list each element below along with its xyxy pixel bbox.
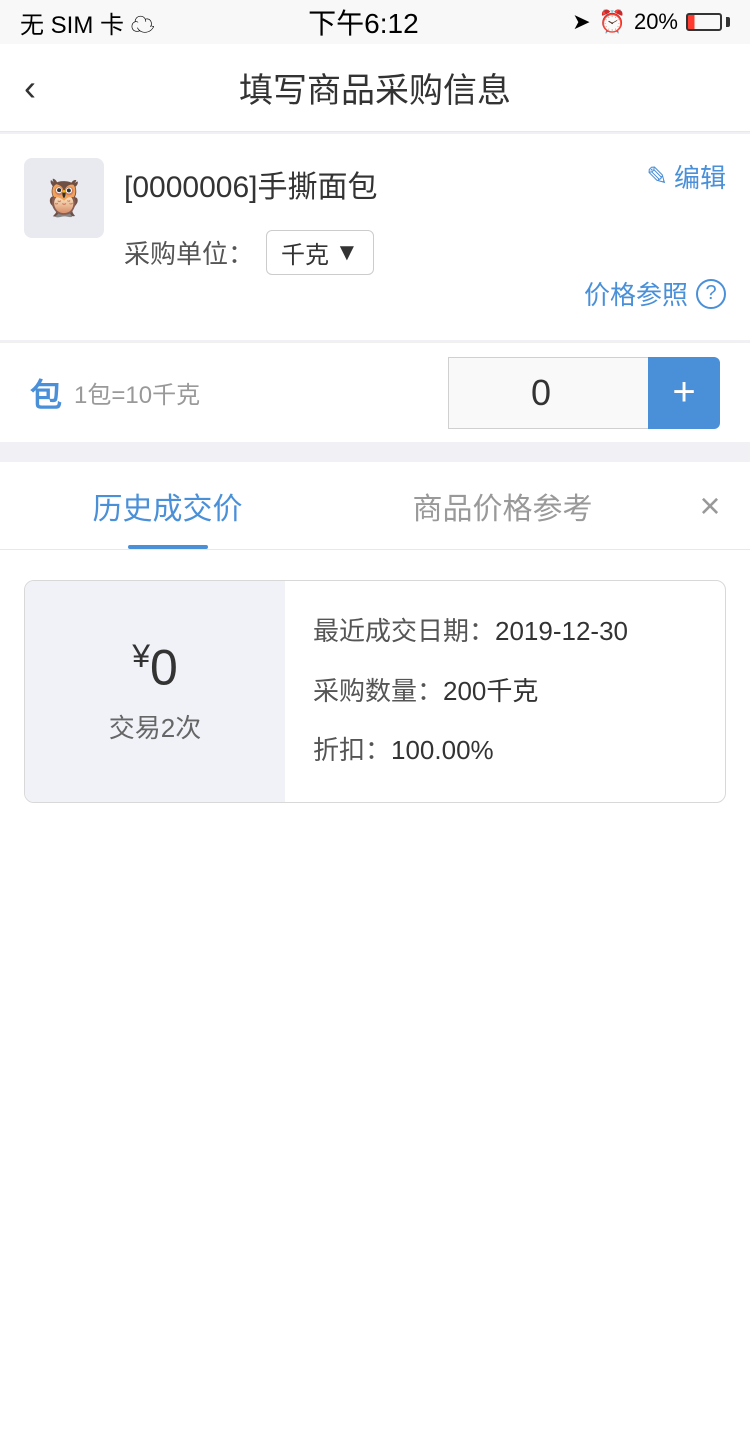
quantity-row: 采购数量：200千克 — [313, 671, 697, 713]
price-value: 0 — [150, 639, 178, 695]
chevron-down-icon: ▼ — [335, 239, 359, 267]
quantity-section: 包 1包=10千克 + — [0, 342, 750, 442]
discount-row: 折扣：100.00% — [313, 730, 697, 772]
product-info: [0000006]手撕面包 采购单位： 千克 ▼ — [124, 158, 377, 275]
quantity-controls: + — [448, 357, 720, 429]
quantity-plus-button[interactable]: + — [648, 357, 720, 429]
battery-indicator — [686, 13, 730, 31]
qty-label-text: 采购数量： — [313, 676, 443, 706]
status-left: 无 SIM 卡 ☁ — [20, 5, 155, 40]
bottom-space — [0, 833, 750, 1433]
edit-label: 编辑 — [674, 158, 726, 195]
unit-value: 千克 — [281, 235, 329, 270]
back-button[interactable]: ‹ — [24, 67, 36, 109]
alarm-icon: ⏰ — [599, 9, 626, 35]
location-icon: ➤ — [572, 9, 590, 35]
sim-wifi-label: 无 SIM 卡 ☁ — [20, 5, 155, 40]
unit-row: 采购单位： 千克 ▼ — [124, 230, 377, 275]
help-icon: ? — [696, 279, 726, 309]
price-info-area: ¥0 交易2次 最近成交日期：2019-12-30 采购数量：200千克 折扣：… — [0, 550, 750, 833]
discount-label: 折扣： — [313, 735, 391, 765]
tabs-panel: 历史成交价 商品价格参考 × ¥0 交易2次 最近成交日期：2019-12-30… — [0, 462, 750, 833]
unit-label: 采购单位： — [124, 234, 254, 271]
status-right: ➤ ⏰ 20% — [572, 9, 730, 35]
unit-select-dropdown[interactable]: 千克 ▼ — [266, 230, 374, 275]
price-card: ¥0 交易2次 最近成交日期：2019-12-30 采购数量：200千克 折扣：… — [24, 580, 726, 803]
price-main-value: ¥0 — [132, 638, 178, 697]
quantity-conversion: 1包=10千克 — [74, 375, 200, 410]
product-logo-icon: 🦉 — [42, 177, 87, 219]
quantity-label: 包 1包=10千克 — [30, 370, 200, 416]
product-header: 🦉 [0000006]手撕面包 采购单位： 千克 ▼ ✎ 编辑 价格参照 — [24, 158, 726, 312]
edit-button[interactable]: ✎ 编辑 — [646, 158, 726, 195]
product-thumbnail: 🦉 — [24, 158, 104, 238]
product-name: [0000006]手撕面包 — [124, 162, 377, 206]
tab-historical-price[interactable]: 历史成交价 — [0, 462, 335, 549]
currency-symbol: ¥ — [132, 638, 150, 674]
tab2-label: 商品价格参考 — [413, 484, 593, 528]
nav-bar: ‹ 填写商品采购信息 — [0, 44, 750, 132]
battery-label: 20% — [634, 9, 678, 35]
quantity-input[interactable] — [448, 357, 648, 429]
date-row: 最近成交日期：2019-12-30 — [313, 611, 697, 653]
quantity-unit-badge: 包 — [30, 370, 62, 416]
tab-close-button[interactable]: × — [670, 485, 750, 527]
price-card-left: ¥0 交易2次 — [25, 581, 285, 802]
discount-value: 100.00% — [391, 735, 494, 765]
tab1-label: 历史成交价 — [93, 484, 243, 528]
tab-header: 历史成交价 商品价格参考 × — [0, 462, 750, 550]
status-time: 下午6:12 — [308, 2, 419, 42]
product-left: 🦉 [0000006]手撕面包 采购单位： 千克 ▼ — [24, 158, 377, 275]
page-title: 填写商品采购信息 — [239, 63, 511, 112]
price-card-right: 最近成交日期：2019-12-30 采购数量：200千克 折扣：100.00% — [285, 581, 725, 802]
product-card: 🦉 [0000006]手撕面包 采购单位： 千克 ▼ ✎ 编辑 价格参照 — [0, 134, 750, 340]
qty-value-text: 200千克 — [443, 676, 538, 706]
price-ref-label: 价格参照 — [584, 275, 688, 312]
tab-active-indicator — [128, 545, 208, 549]
status-bar: 无 SIM 卡 ☁ 下午6:12 ➤ ⏰ 20% — [0, 0, 750, 44]
transaction-count: 交易2次 — [109, 708, 201, 745]
price-reference-button[interactable]: 价格参照 ? — [584, 275, 726, 312]
edit-icon: ✎ — [646, 161, 668, 192]
tab-product-price-ref[interactable]: 商品价格参考 — [335, 462, 670, 549]
date-value: 2019-12-30 — [495, 616, 628, 646]
date-label: 最近成交日期： — [313, 616, 495, 646]
